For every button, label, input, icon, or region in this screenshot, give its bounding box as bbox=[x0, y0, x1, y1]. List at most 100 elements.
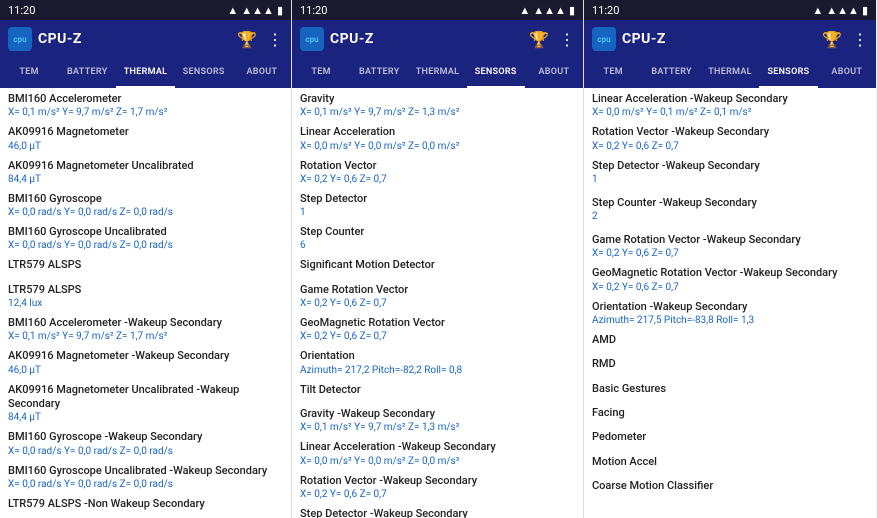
sensor-item: Linear Acceleration -Wakeup SecondaryX= … bbox=[300, 440, 575, 469]
sensor-item: Linear AccelerationX= 0,0 m/s² Y= 0,0 m/… bbox=[300, 125, 575, 154]
sensor-name: Step Detector -Wakeup Secondary bbox=[592, 159, 868, 173]
tab-tem[interactable]: TEM bbox=[0, 58, 58, 88]
sensor-name: Significant Motion Detector bbox=[300, 258, 575, 272]
sensor-value: X= 0,2 Y= 0,6 Z= 0,7 bbox=[592, 247, 868, 260]
sensor-value: X= 0,1 m/s² Y= 9,7 m/s² Z= 1,7 m/s² bbox=[8, 106, 283, 119]
trophy-icon[interactable]: 🏆 bbox=[529, 30, 549, 49]
sensor-value: X= 0,1 m/s² Y= 9,7 m/s² Z= 1,3 m/s² bbox=[300, 106, 575, 119]
menu-icon[interactable]: ⋮ bbox=[852, 30, 868, 49]
sensor-value: X= 0,2 Y= 0,6 Z= 0,7 bbox=[300, 488, 575, 501]
signal-icon: ▲▲▲ bbox=[826, 4, 859, 17]
sensor-name: Step Counter -Wakeup Secondary bbox=[592, 196, 868, 210]
sensor-item: Step Detector1 bbox=[300, 192, 575, 221]
sensor-value: 46,0 µT bbox=[8, 140, 283, 153]
sensor-item: GeoMagnetic Rotation Vector -Wakeup Seco… bbox=[592, 266, 868, 295]
battery-icon: ▮ bbox=[277, 4, 283, 17]
app-bar: cpu CPU-Z 🏆 ⋮ bbox=[0, 20, 291, 58]
sensor-name: LTR579 ALSPS -Non Wakeup Secondary bbox=[8, 497, 283, 511]
tab-tem[interactable]: TEM bbox=[292, 58, 350, 88]
tab-battery[interactable]: BATTERY bbox=[642, 58, 700, 88]
sensor-value: X= 0,0 m/s² Y= 0,0 m/s² Z= 0,0 m/s² bbox=[300, 140, 575, 153]
sensor-name: Rotation Vector bbox=[300, 159, 575, 173]
sensor-name: Game Rotation Vector bbox=[300, 283, 575, 297]
sensor-name: Step Detector -Wakeup Secondary bbox=[300, 507, 575, 518]
tab-about[interactable]: ABOUT bbox=[233, 58, 291, 88]
menu-icon[interactable]: ⋮ bbox=[267, 30, 283, 49]
sensor-value: 1 bbox=[300, 206, 575, 219]
trophy-icon[interactable]: 🏆 bbox=[822, 30, 842, 49]
sensor-item: RMD bbox=[592, 357, 868, 373]
sensor-item: Rotation Vector -Wakeup SecondaryX= 0,2 … bbox=[300, 474, 575, 503]
panel-2: 11:20 ▲ ▲▲▲ ▮ cpu CPU-Z 🏆 ⋮ TEMBATTERYTH… bbox=[584, 0, 876, 518]
sensor-value: 84,4 µT bbox=[8, 173, 283, 186]
sensor-value: X= 0,0 rad/s Y= 0,0 rad/s Z= 0,0 rad/s bbox=[8, 445, 283, 458]
trophy-icon[interactable]: 🏆 bbox=[237, 30, 257, 49]
app-icon: cpu bbox=[8, 27, 32, 51]
sensor-item: BMI160 Accelerometer -Wakeup SecondaryX=… bbox=[8, 316, 283, 345]
tab-bar: TEMBATTERYTHERMALSENSORSABOUT bbox=[292, 58, 583, 88]
panel-1: 11:20 ▲ ▲▲▲ ▮ cpu CPU-Z 🏆 ⋮ TEMBATTERYTH… bbox=[292, 0, 584, 518]
sensor-value: 46,0 µT bbox=[8, 364, 283, 377]
sensor-item: Tilt Detector bbox=[300, 383, 575, 399]
sensor-name: GeoMagnetic Rotation Vector -Wakeup Seco… bbox=[592, 266, 868, 280]
sensor-item: Game Rotation Vector -Wakeup SecondaryX=… bbox=[592, 233, 868, 262]
battery-icon: ▮ bbox=[862, 4, 868, 17]
app-bar-icons: 🏆 ⋮ bbox=[822, 30, 868, 49]
status-bar: 11:20 ▲ ▲▲▲ ▮ bbox=[292, 0, 583, 20]
signal-icon: ▲▲▲ bbox=[241, 4, 274, 17]
wifi-icon: ▲ bbox=[812, 4, 823, 17]
status-time: 11:20 bbox=[300, 4, 327, 17]
tab-sensors[interactable]: SENSORS bbox=[759, 58, 817, 88]
sensor-name: AK09916 Magnetometer -Wakeup Secondary bbox=[8, 349, 283, 363]
sensor-item: LTR579 ALSPS -Non Wakeup Secondary bbox=[8, 497, 283, 513]
sensor-name: BMI160 Accelerometer -Wakeup Secondary bbox=[8, 316, 283, 330]
tab-sensors[interactable]: SENSORS bbox=[175, 58, 233, 88]
tab-about[interactable]: ABOUT bbox=[818, 58, 876, 88]
sensor-name: Coarse Motion Classifier bbox=[592, 479, 868, 493]
sensor-item: Rotation VectorX= 0,2 Y= 0,6 Z= 0,7 bbox=[300, 159, 575, 188]
sensor-value: X= 0,0 m/s² Y= 0,1 m/s² Z= 0,1 m/s² bbox=[592, 106, 868, 119]
tab-about[interactable]: ABOUT bbox=[525, 58, 583, 88]
sensor-item: Step Counter6 bbox=[300, 225, 575, 254]
sensor-value: X= 0,2 Y= 0,6 Z= 0,7 bbox=[300, 173, 575, 186]
wifi-icon: ▲ bbox=[227, 4, 238, 17]
tab-sensors[interactable]: SENSORS bbox=[467, 58, 525, 88]
sensor-name: Orientation bbox=[300, 349, 575, 363]
tab-battery[interactable]: BATTERY bbox=[58, 58, 116, 88]
sensor-value: 2 bbox=[592, 210, 868, 223]
sensor-value: 12,4 lux bbox=[8, 297, 283, 310]
sensor-item: Motion Accel bbox=[592, 455, 868, 471]
wifi-icon: ▲ bbox=[519, 4, 530, 17]
sensor-item: LTR579 ALSPS bbox=[8, 258, 283, 274]
tab-thermal[interactable]: THERMAL bbox=[701, 58, 759, 88]
sensor-name: Gravity bbox=[300, 92, 575, 106]
tab-thermal[interactable]: THERMAL bbox=[408, 58, 466, 88]
status-time: 11:20 bbox=[592, 4, 619, 17]
sensor-item: BMI160 GyroscopeX= 0,0 rad/s Y= 0,0 rad/… bbox=[8, 192, 283, 221]
tab-battery[interactable]: BATTERY bbox=[350, 58, 408, 88]
app-title: CPU-Z bbox=[622, 31, 822, 47]
sensor-item: BMI160 AccelerometerX= 0,1 m/s² Y= 9,7 m… bbox=[8, 92, 283, 121]
sensor-value: X= 0,2 Y= 0,6 Z= 0,7 bbox=[592, 281, 868, 294]
sensor-name: Orientation -Wakeup Secondary bbox=[592, 300, 868, 314]
sensor-name: Rotation Vector -Wakeup Secondary bbox=[300, 474, 575, 488]
tab-thermal[interactable]: THERMAL bbox=[116, 58, 174, 88]
menu-icon[interactable]: ⋮ bbox=[559, 30, 575, 49]
sensor-item: Significant Motion Detector bbox=[300, 258, 575, 274]
tab-tem[interactable]: TEM bbox=[584, 58, 642, 88]
sensor-value: X= 0,2 Y= 0,6 Z= 0,7 bbox=[300, 330, 575, 343]
sensor-list: Linear Acceleration -Wakeup SecondaryX= … bbox=[584, 88, 876, 518]
sensor-value: X= 0,2 Y= 0,6 Z= 0,7 bbox=[300, 297, 575, 310]
sensor-name: Linear Acceleration -Wakeup Secondary bbox=[592, 92, 868, 106]
sensor-list: GravityX= 0,1 m/s² Y= 9,7 m/s² Z= 1,3 m/… bbox=[292, 88, 583, 518]
sensor-item: Coarse Motion Classifier bbox=[592, 479, 868, 495]
status-bar: 11:20 ▲ ▲▲▲ ▮ bbox=[0, 0, 291, 20]
sensor-item: Basic Gestures bbox=[592, 382, 868, 398]
sensor-value: X= 0,0 m/s² Y= 0,0 m/s² Z= 0,0 m/s² bbox=[300, 455, 575, 468]
sensor-name: BMI160 Gyroscope -Wakeup Secondary bbox=[8, 430, 283, 444]
app-bar-icons: 🏆 ⋮ bbox=[529, 30, 575, 49]
sensor-item: AMD bbox=[592, 333, 868, 349]
sensor-value: Azimuth= 217,5 Pitch=-83,8 Roll= 1,3 bbox=[592, 314, 868, 327]
app-bar: cpu CPU-Z 🏆 ⋮ bbox=[292, 20, 583, 58]
sensor-item: BMI160 Gyroscope -Wakeup SecondaryX= 0,0… bbox=[8, 430, 283, 459]
